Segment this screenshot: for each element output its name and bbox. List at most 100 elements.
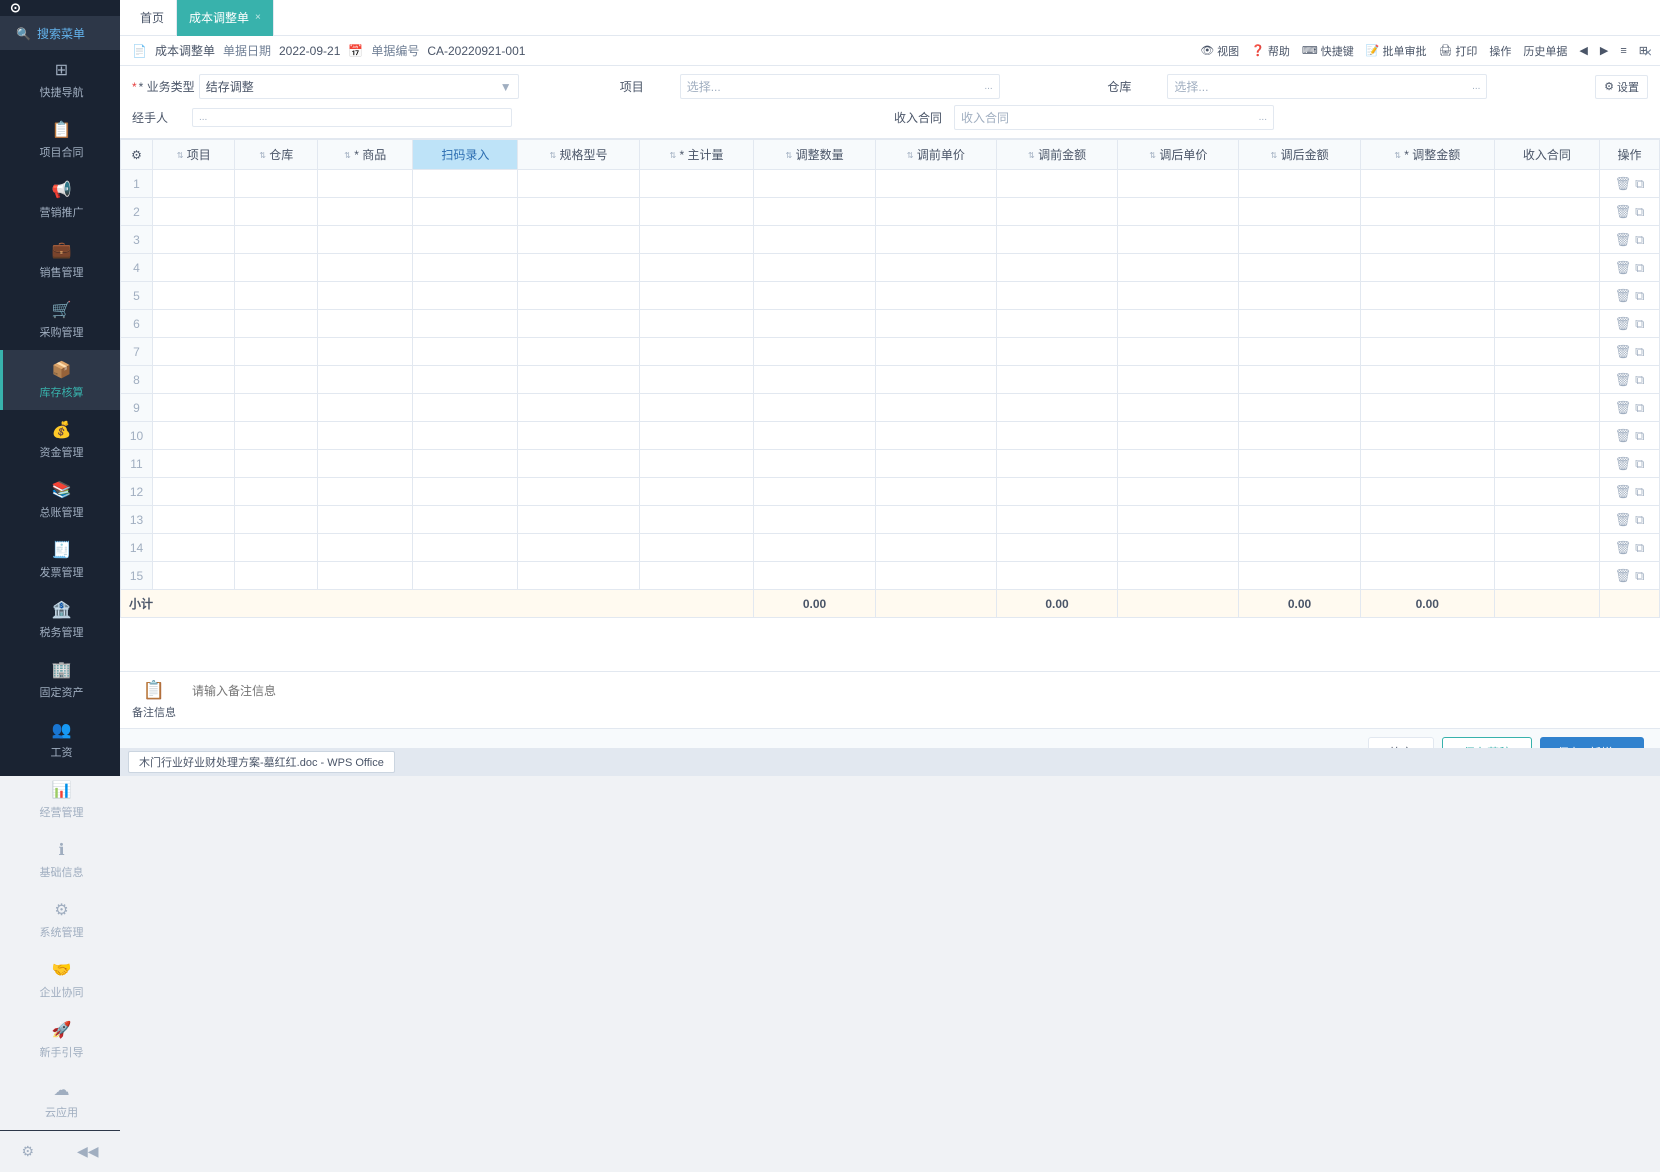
table-cell[interactable] <box>235 282 317 310</box>
delete-row-icon[interactable]: 🗑 <box>1615 484 1632 500</box>
copy-row-icon[interactable]: ⧉ <box>1635 316 1644 332</box>
table-cell[interactable] <box>153 366 235 394</box>
table-cell[interactable] <box>235 226 317 254</box>
table-cell[interactable] <box>153 254 235 282</box>
table-cell[interactable] <box>1360 506 1494 534</box>
sidebar-item-inventory-calc[interactable]: 📦 库存核算 <box>0 350 120 410</box>
col-settings[interactable]: ⚙ <box>121 140 153 170</box>
settings-button[interactable]: ⚙ 设置 <box>1595 75 1648 99</box>
table-cell[interactable] <box>1118 422 1239 450</box>
table-cell[interactable] <box>235 254 317 282</box>
table-cell[interactable] <box>1360 450 1494 478</box>
table-cell[interactable] <box>639 170 754 198</box>
table-cell[interactable] <box>1494 226 1599 254</box>
table-cell[interactable] <box>413 506 518 534</box>
table-cell[interactable] <box>153 338 235 366</box>
table-cell[interactable] <box>754 422 875 450</box>
sidebar-item-enterprise-collab[interactable]: 🤝 企业协同 <box>0 950 120 1010</box>
table-cell[interactable] <box>153 170 235 198</box>
table-cell[interactable] <box>518 310 639 338</box>
table-cell[interactable] <box>1360 478 1494 506</box>
table-cell[interactable] <box>996 478 1117 506</box>
copy-row-icon[interactable]: ⧉ <box>1635 204 1644 220</box>
table-cell[interactable] <box>754 534 875 562</box>
agent-input[interactable]: ... <box>192 108 512 127</box>
table-cell[interactable] <box>153 226 235 254</box>
table-cell[interactable] <box>875 254 996 282</box>
table-cell[interactable] <box>235 338 317 366</box>
table-cell[interactable] <box>518 170 639 198</box>
list-view-button[interactable]: ≡ <box>1620 45 1626 57</box>
sidebar-item-basic-info[interactable]: ℹ 基础信息 <box>0 830 120 890</box>
tab-close-icon[interactable]: × <box>255 12 261 23</box>
table-cell[interactable] <box>317 282 412 310</box>
table-cell[interactable] <box>235 394 317 422</box>
sidebar-item-quick-nav[interactable]: ⊞ 快捷导航 <box>0 50 120 110</box>
table-cell[interactable] <box>413 226 518 254</box>
copy-row-icon[interactable]: ⧉ <box>1635 512 1644 528</box>
table-cell[interactable] <box>1239 562 1360 590</box>
sidebar-item-project-contract[interactable]: 📋 项目合同 <box>0 110 120 170</box>
table-cell[interactable] <box>639 254 754 282</box>
copy-row-icon[interactable]: ⧉ <box>1635 456 1644 472</box>
delete-row-icon[interactable]: 🗑 <box>1615 260 1632 276</box>
table-cell[interactable] <box>754 478 875 506</box>
table-cell[interactable] <box>518 478 639 506</box>
print-button[interactable]: 🖨 打印 <box>1438 43 1477 59</box>
sidebar-item-new-guide[interactable]: 🚀 新手引导 <box>0 1010 120 1070</box>
table-cell[interactable] <box>639 394 754 422</box>
notes-input[interactable] <box>188 680 1648 702</box>
tab-cost-adjust[interactable]: 成本调整单 × <box>177 0 274 36</box>
table-cell[interactable] <box>875 534 996 562</box>
copy-row-icon[interactable]: ⧉ <box>1635 232 1644 248</box>
sidebar-collapse-button[interactable]: ◀◀ <box>69 1139 107 1164</box>
delete-row-icon[interactable]: 🗑 <box>1615 512 1632 528</box>
table-cell[interactable] <box>413 450 518 478</box>
table-cell[interactable] <box>1118 562 1239 590</box>
table-cell[interactable] <box>1239 394 1360 422</box>
table-cell[interactable] <box>875 478 996 506</box>
table-cell[interactable] <box>153 506 235 534</box>
table-cell[interactable] <box>1494 366 1599 394</box>
warehouse-input[interactable]: 选择... ... <box>1167 74 1487 99</box>
table-cell[interactable] <box>413 254 518 282</box>
copy-row-icon[interactable]: ⧉ <box>1635 400 1644 416</box>
copy-row-icon[interactable]: ⧉ <box>1635 540 1644 556</box>
table-cell[interactable] <box>317 562 412 590</box>
table-cell[interactable] <box>518 366 639 394</box>
table-cell[interactable] <box>1118 450 1239 478</box>
table-cell[interactable] <box>875 282 996 310</box>
table-cell[interactable] <box>1360 366 1494 394</box>
table-cell[interactable] <box>413 338 518 366</box>
table-cell[interactable] <box>317 422 412 450</box>
table-cell[interactable] <box>1118 310 1239 338</box>
table-cell[interactable] <box>1239 170 1360 198</box>
delete-row-icon[interactable]: 🗑 <box>1615 540 1632 556</box>
table-cell[interactable] <box>996 506 1117 534</box>
table-cell[interactable] <box>639 422 754 450</box>
table-cell[interactable] <box>1360 422 1494 450</box>
tab-home[interactable]: 首页 <box>128 0 177 36</box>
sidebar-item-sales-mgmt[interactable]: 💼 销售管理 <box>0 230 120 290</box>
copy-row-icon[interactable]: ⧉ <box>1635 484 1644 500</box>
table-cell[interactable] <box>317 534 412 562</box>
table-cell[interactable] <box>1494 394 1599 422</box>
search-menu-button[interactable]: 🔍 搜索菜单 <box>0 17 120 50</box>
table-cell[interactable] <box>1118 478 1239 506</box>
table-cell[interactable] <box>518 422 639 450</box>
copy-row-icon[interactable]: ⧉ <box>1635 260 1644 276</box>
table-cell[interactable] <box>639 450 754 478</box>
table-cell[interactable] <box>413 534 518 562</box>
table-cell[interactable] <box>1239 338 1360 366</box>
table-cell[interactable] <box>1360 254 1494 282</box>
table-cell[interactable] <box>1360 534 1494 562</box>
table-cell[interactable] <box>153 534 235 562</box>
table-cell[interactable] <box>1239 506 1360 534</box>
table-cell[interactable] <box>413 478 518 506</box>
sidebar-item-ledger-mgmt[interactable]: 📚 总账管理 <box>0 470 120 530</box>
table-cell[interactable] <box>875 338 996 366</box>
table-cell[interactable] <box>639 478 754 506</box>
delete-row-icon[interactable]: 🗑 <box>1615 316 1632 332</box>
table-cell[interactable] <box>317 254 412 282</box>
copy-row-icon[interactable]: ⧉ <box>1635 176 1644 192</box>
